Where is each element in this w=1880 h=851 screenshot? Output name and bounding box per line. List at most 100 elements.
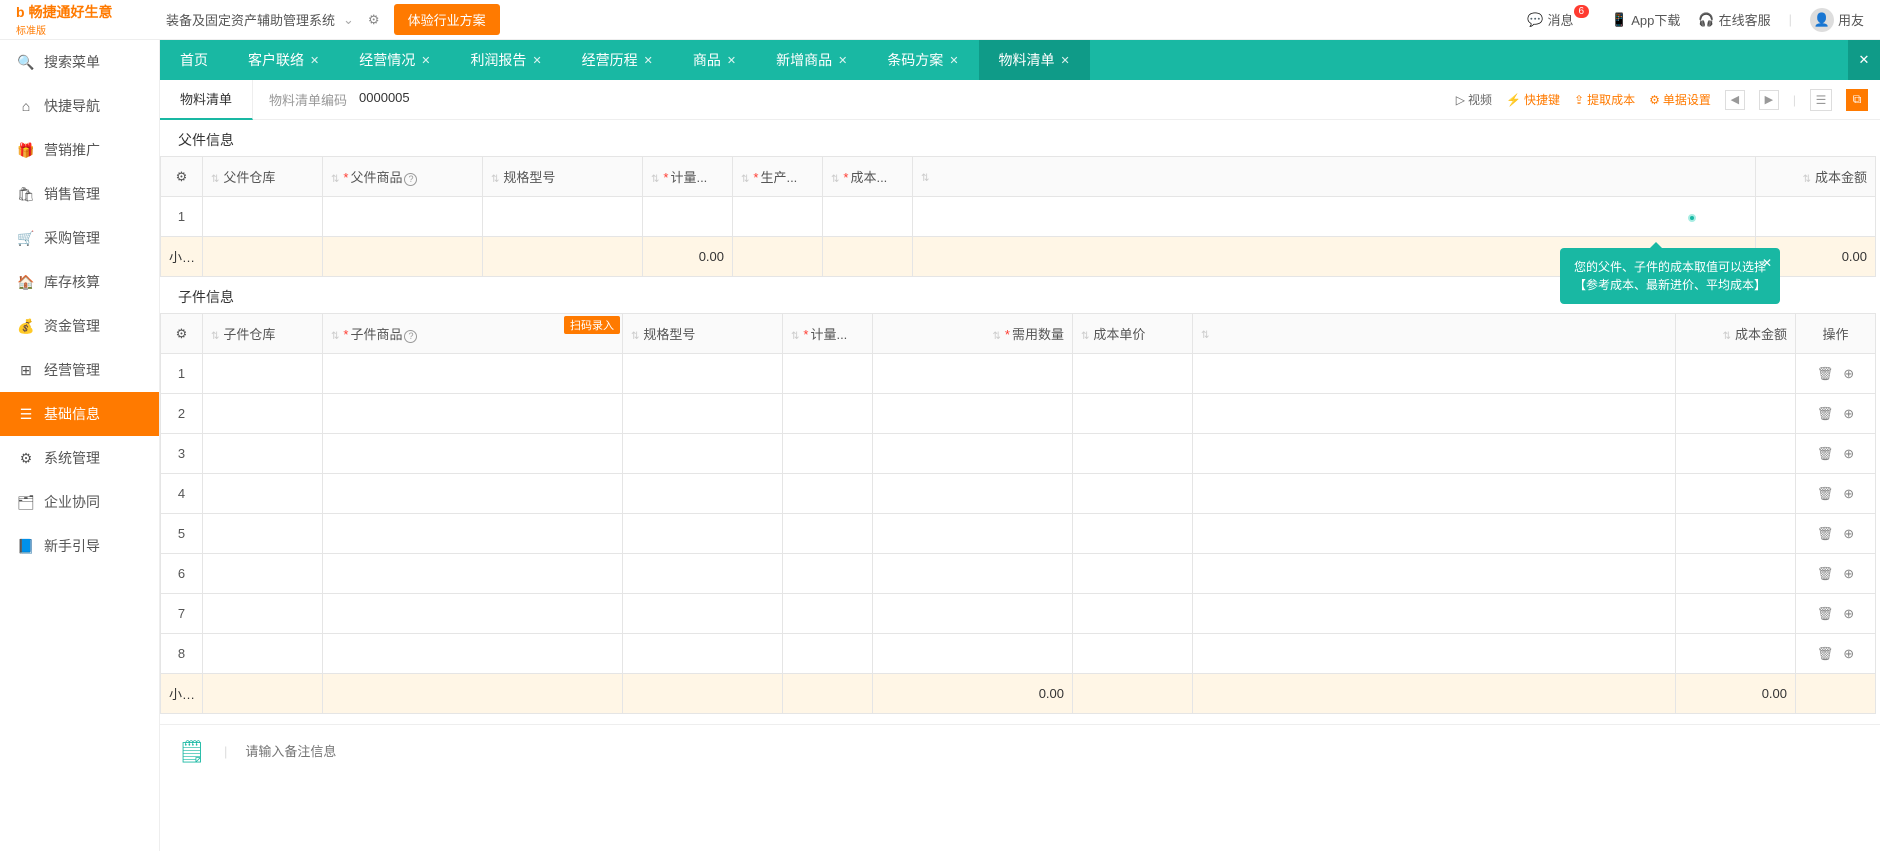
child-cell[interactable] xyxy=(1073,474,1193,514)
child-row[interactable]: 2🗑⊕ xyxy=(161,394,1876,434)
tooltip-close-button[interactable]: ✕ xyxy=(1762,254,1772,272)
child-cell[interactable] xyxy=(323,634,623,674)
child-cell[interactable] xyxy=(1193,514,1676,554)
add-row-button[interactable]: ⊕ xyxy=(1843,646,1854,662)
tab-3[interactable]: 利润报告✕ xyxy=(450,40,561,80)
child-cell[interactable] xyxy=(783,434,873,474)
child-cell[interactable] xyxy=(873,514,1073,554)
parent-cell[interactable] xyxy=(203,197,323,237)
extract-cost-link[interactable]: ⇪提取成本 xyxy=(1574,91,1635,108)
child-cell[interactable] xyxy=(873,354,1073,394)
child-cell[interactable] xyxy=(783,634,873,674)
child-cell[interactable] xyxy=(203,514,323,554)
child-cell[interactable] xyxy=(623,354,783,394)
child-cell[interactable] xyxy=(623,634,783,674)
child-cell[interactable] xyxy=(623,434,783,474)
parent-th-3[interactable]: ⇅规格型号 xyxy=(483,157,643,197)
child-cell[interactable] xyxy=(783,394,873,434)
child-cell[interactable] xyxy=(873,634,1073,674)
parent-cell[interactable] xyxy=(823,197,913,237)
info-icon[interactable]: ? xyxy=(404,173,417,186)
child-cell[interactable] xyxy=(1676,634,1796,674)
tab-close-icon[interactable]: ✕ xyxy=(532,54,541,67)
child-th-5[interactable]: ⇅需用数量 xyxy=(873,314,1073,354)
sidebar-item-1[interactable]: ⌂快捷导航 xyxy=(0,84,159,128)
tab-0[interactable]: 首页 xyxy=(160,40,228,80)
child-cell[interactable] xyxy=(1073,434,1193,474)
sidebar-item-8[interactable]: ☰基础信息 xyxy=(0,392,159,436)
tab-7[interactable]: 条码方案✕ xyxy=(867,40,978,80)
info-icon[interactable]: ? xyxy=(404,330,417,343)
child-cell[interactable] xyxy=(1073,594,1193,634)
parent-th-8[interactable]: ⇅成本金额 xyxy=(1756,157,1876,197)
gear-icon[interactable]: ⚙ xyxy=(368,12,380,28)
child-cell[interactable] xyxy=(1193,594,1676,634)
parent-th-2[interactable]: ⇅父件商品? xyxy=(323,157,483,197)
child-cell[interactable] xyxy=(1193,554,1676,594)
child-cell[interactable] xyxy=(623,554,783,594)
delete-row-button[interactable]: 🗑 xyxy=(1817,646,1834,662)
parent-th-5[interactable]: ⇅生产... xyxy=(733,157,823,197)
child-cell[interactable] xyxy=(783,354,873,394)
scan-entry-badge[interactable]: 扫码录入 xyxy=(564,316,620,334)
sidebar-item-7[interactable]: ⊞经营管理 xyxy=(0,348,159,392)
child-row[interactable]: 4🗑⊕ xyxy=(161,474,1876,514)
parent-th-7[interactable]: ⇅ xyxy=(913,157,1756,197)
child-cell[interactable] xyxy=(203,474,323,514)
tab-close-icon[interactable]: ✕ xyxy=(727,54,736,67)
delete-row-button[interactable]: 🗑 xyxy=(1817,566,1834,582)
parent-row[interactable]: 1 xyxy=(161,197,1876,237)
online-service-link[interactable]: 🎧 在线客服 xyxy=(1698,10,1770,29)
child-cell[interactable] xyxy=(873,554,1073,594)
child-cell[interactable] xyxy=(1193,634,1676,674)
add-row-button[interactable]: ⊕ xyxy=(1843,446,1854,462)
child-cell[interactable] xyxy=(1676,514,1796,554)
sidebar-item-11[interactable]: 📘新手引导 xyxy=(0,524,159,568)
child-cell[interactable] xyxy=(203,434,323,474)
sidebar-item-2[interactable]: 🎁营销推广 xyxy=(0,128,159,172)
child-cell[interactable] xyxy=(1676,554,1796,594)
sidebar-item-9[interactable]: ⚙系统管理 xyxy=(0,436,159,480)
child-th-3[interactable]: ⇅规格型号 xyxy=(623,314,783,354)
child-row[interactable]: 7🗑⊕ xyxy=(161,594,1876,634)
video-link[interactable]: ▷视频 xyxy=(1456,91,1492,108)
child-cell[interactable] xyxy=(1073,514,1193,554)
child-cell[interactable] xyxy=(1073,554,1193,594)
child-row[interactable]: 1🗑⊕ xyxy=(161,354,1876,394)
child-th-2[interactable]: ⇅子件商品?扫码录入 xyxy=(323,314,623,354)
child-cell[interactable] xyxy=(1676,594,1796,634)
parent-th-6[interactable]: ⇅成本... xyxy=(823,157,913,197)
tab-6[interactable]: 新增商品✕ xyxy=(756,40,867,80)
child-cell[interactable] xyxy=(323,394,623,434)
close-all-tabs-button[interactable]: ✕ xyxy=(1848,40,1880,80)
try-solution-button[interactable]: 体验行业方案 xyxy=(394,4,500,35)
tab-5[interactable]: 商品✕ xyxy=(673,40,756,80)
child-th-gear[interactable]: ⚙ xyxy=(161,314,203,354)
child-cell[interactable] xyxy=(623,474,783,514)
child-cell[interactable] xyxy=(323,554,623,594)
tab-close-icon[interactable]: ✕ xyxy=(838,54,847,67)
pager-prev-button[interactable]: ◀ xyxy=(1725,90,1745,110)
child-cell[interactable] xyxy=(1676,474,1796,514)
delete-row-button[interactable]: 🗑 xyxy=(1817,486,1834,502)
parent-cell[interactable] xyxy=(483,197,643,237)
parent-th-4[interactable]: ⇅计量... xyxy=(643,157,733,197)
add-row-button[interactable]: ⊕ xyxy=(1843,366,1854,382)
list-view-button[interactable]: ☰ xyxy=(1810,89,1832,111)
tab-close-icon[interactable]: ✕ xyxy=(310,54,319,67)
sidebar-item-3[interactable]: 🛍销售管理 xyxy=(0,172,159,216)
child-cell[interactable] xyxy=(323,434,623,474)
child-th-4[interactable]: ⇅计量... xyxy=(783,314,873,354)
sidebar-item-6[interactable]: 💰资金管理 xyxy=(0,304,159,348)
child-row[interactable]: 6🗑⊕ xyxy=(161,554,1876,594)
parent-cell[interactable] xyxy=(643,197,733,237)
parent-cell[interactable] xyxy=(913,197,1756,237)
delete-row-button[interactable]: 🗑 xyxy=(1817,526,1834,542)
detail-view-button[interactable]: ⧉ xyxy=(1846,89,1868,111)
hotkey-link[interactable]: ⚡快捷键 xyxy=(1506,91,1560,108)
child-row[interactable]: 8🗑⊕ xyxy=(161,634,1876,674)
child-cell[interactable] xyxy=(783,514,873,554)
tab-close-icon[interactable]: ✕ xyxy=(421,54,430,67)
child-cell[interactable] xyxy=(623,514,783,554)
child-cell[interactable] xyxy=(323,354,623,394)
